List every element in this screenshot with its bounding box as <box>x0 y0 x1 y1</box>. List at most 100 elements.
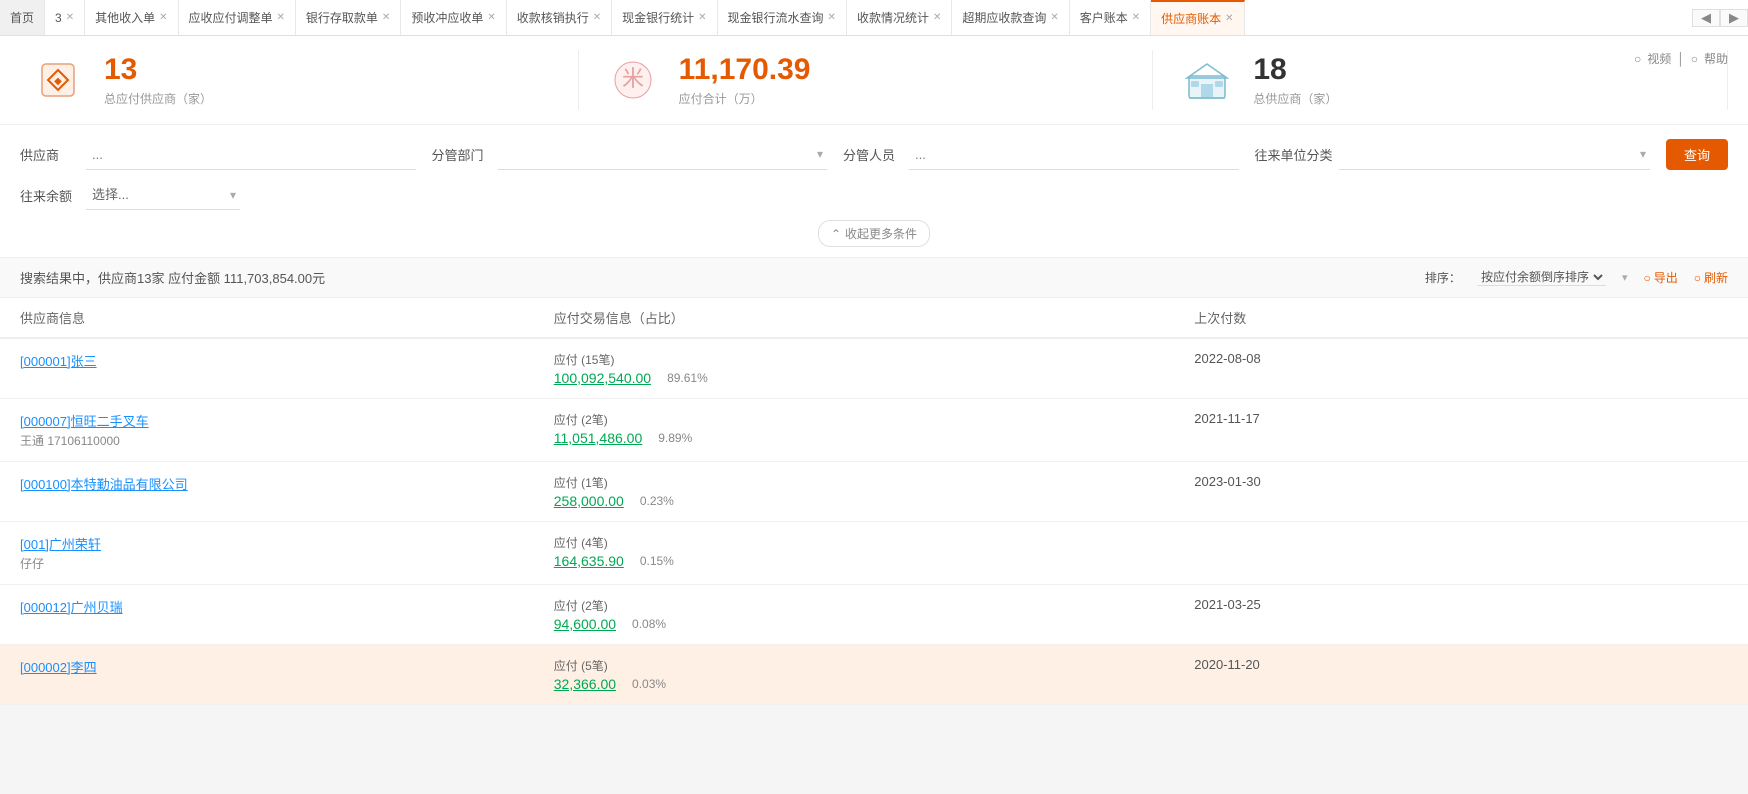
search-button[interactable]: 查询 <box>1666 139 1728 170</box>
rice-icon: 米 <box>603 50 663 110</box>
nav-next-arrow[interactable]: ▶ <box>1720 9 1748 27</box>
balance-select-wrapper: 选择... 有余额 无余额 全部 ▾ <box>86 180 240 210</box>
transaction-amount-2[interactable]: 11,051,486.00 <box>554 430 643 446</box>
supplier-link-3[interactable]: [000100]本特勤油品有限公司 <box>20 477 188 492</box>
supplier-link-4[interactable]: [001]广州荣轩 <box>20 537 101 552</box>
nav-tab-supplier-ledger[interactable]: 供应商账本 ✕ <box>1151 0 1244 35</box>
header-transaction: 应付交易信息（占比） <box>554 308 1195 327</box>
supplier-input[interactable] <box>86 140 416 170</box>
close-icon[interactable]: ✕ <box>698 12 706 23</box>
nav-arrows: ◀ ▶ <box>1692 9 1748 27</box>
ap-amount-text: 11,170.39 应付合计（万） <box>679 53 811 107</box>
ap-suppliers-text: 13 总应付供应商（家） <box>104 53 212 107</box>
supplier-link-2[interactable]: [000007]恒旺二手叉车 <box>20 414 149 429</box>
category-label: 往来单位分类 <box>1255 145 1333 164</box>
help-link[interactable]: 帮助 <box>1704 50 1728 67</box>
summary-item-ap-amount: 米 11,170.39 应付合计（万） <box>579 50 1154 110</box>
table-row: [001]广州荣轩 仔仔 应付 (4笔) 164,635.90 0.15% <box>0 522 1748 585</box>
nav-tab-bank-deposit[interactable]: 银行存取款单 ✕ <box>296 0 401 35</box>
svg-text:◆: ◆ <box>54 76 62 87</box>
separator: │ <box>1677 52 1685 66</box>
filter-balance: 往来余额 选择... 有余额 无余额 全部 ▾ <box>20 180 240 210</box>
refresh-button[interactable]: ○ 刷新 <box>1694 269 1728 286</box>
nav-tab-payment-verify[interactable]: 收款核销执行 ✕ <box>507 0 612 35</box>
filter-dept: 分管部门 ▾ <box>432 140 828 170</box>
transaction-amount-3[interactable]: 258,000.00 <box>554 493 624 509</box>
nav-prev-arrow[interactable]: ◀ <box>1692 9 1720 27</box>
close-icon[interactable]: ✕ <box>1225 13 1233 24</box>
filter-row-1: 供应商 分管部门 ▾ 分管人员 往来单位分类 ▾ 查询 <box>20 139 1728 170</box>
transaction-info-1: 应付 (15笔) 100,092,540.00 89.61% <box>554 351 1195 386</box>
nav-tab-receipt-stat[interactable]: 收款情况统计 ✕ <box>847 0 952 35</box>
supplier-info-5: [000012]广州贝瑞 <box>20 597 554 616</box>
ap-amount-number: 11,170.39 <box>679 53 811 86</box>
last-pay-2: 2021-11-17 <box>1194 411 1514 426</box>
transaction-pct-5: 0.08% <box>632 617 666 631</box>
balance-select[interactable]: 选择... 有余额 无余额 全部 <box>86 187 240 202</box>
nav-tab-cash-bank-flow[interactable]: 现金银行流水查询 ✕ <box>718 0 847 35</box>
dept-select-wrapper: ▾ <box>498 140 828 170</box>
nav-tab-home[interactable]: 首页 <box>0 0 45 35</box>
transaction-info-4: 应付 (4笔) 164,635.90 0.15% <box>554 534 1195 569</box>
person-label: 分管人员 <box>843 145 903 164</box>
supplier-link-1[interactable]: [000001]张三 <box>20 354 97 369</box>
collapse-button[interactable]: ⌃ 收起更多条件 <box>818 220 930 247</box>
store-icon <box>1177 50 1237 110</box>
circle-icon2: ○ <box>1691 52 1698 66</box>
sort-select[interactable]: 按应付余额倒序排序 按应付余额升序排序 按名称排序 <box>1477 269 1606 286</box>
chevron-up-icon: ⌃ <box>831 227 841 241</box>
total-suppliers-number: 18 <box>1253 53 1337 86</box>
video-link[interactable]: 视频 <box>1647 50 1671 67</box>
close-icon[interactable]: ✕ <box>1050 12 1058 23</box>
transaction-pct-6: 0.03% <box>632 677 666 691</box>
close-icon[interactable]: ✕ <box>933 12 941 23</box>
top-nav: 首页 3 ✕ 其他收入单 ✕ 应收应付调整单 ✕ 银行存取款单 ✕ 预收冲应收单… <box>0 0 1748 36</box>
table-row: [000012]广州贝瑞 应付 (2笔) 94,600.00 0.08% 202… <box>0 585 1748 645</box>
supplier-info-6: [000002]李四 <box>20 657 554 676</box>
chevron-down-icon-4: ▾ <box>1622 271 1628 284</box>
transaction-info-6: 应付 (5笔) 32,366.00 0.03% <box>554 657 1195 692</box>
close-icon[interactable]: ✕ <box>828 12 836 23</box>
close-icon[interactable]: ✕ <box>487 12 495 23</box>
nav-tab-pre-receive[interactable]: 预收冲应收单 ✕ <box>401 0 506 35</box>
supplier-info-1: [000001]张三 <box>20 351 554 370</box>
close-icon[interactable]: ✕ <box>159 12 167 23</box>
close-icon[interactable]: ✕ <box>1132 12 1140 23</box>
close-icon[interactable]: ✕ <box>382 12 390 23</box>
nav-tab-ar-ap-adjust[interactable]: 应收应付调整单 ✕ <box>179 0 296 35</box>
export-button[interactable]: ○ 导出 <box>1643 269 1677 286</box>
close-icon[interactable]: ✕ <box>593 12 601 23</box>
supplier-info-2: [000007]恒旺二手叉车 王通 17106110000 <box>20 411 554 449</box>
filter-person: 分管人员 <box>843 140 1239 170</box>
refresh-icon: ○ <box>1694 271 1701 285</box>
category-select[interactable] <box>1339 147 1650 162</box>
dept-select[interactable] <box>498 147 828 162</box>
nav-tab-overdue-ar[interactable]: 超期应收款查询 ✕ <box>952 0 1069 35</box>
nav-tab-cash-bank-stat[interactable]: 现金银行统计 ✕ <box>612 0 717 35</box>
close-icon[interactable]: ✕ <box>277 12 285 23</box>
nav-tab-other-income[interactable]: 其他收入单 ✕ <box>85 0 178 35</box>
ap-suppliers-label: 总应付供应商（家） <box>104 90 212 107</box>
supplier-link-6[interactable]: [000002]李四 <box>20 660 97 675</box>
transaction-amount-6[interactable]: 32,366.00 <box>554 676 616 692</box>
data-table: 供应商信息 应付交易信息（占比） 上次付数 [000001]张三 应付 (15笔… <box>0 298 1748 705</box>
transaction-amount-5[interactable]: 94,600.00 <box>554 616 616 632</box>
transaction-amount-1[interactable]: 100,092,540.00 <box>554 370 651 386</box>
table-row: [000001]张三 应付 (15笔) 100,092,540.00 89.61… <box>0 339 1748 399</box>
transaction-pct-1: 89.61% <box>667 371 708 385</box>
supplier-link-5[interactable]: [000012]广州贝瑞 <box>20 600 123 615</box>
filter-category: 往来单位分类 ▾ <box>1255 140 1651 170</box>
header-last-pay: 上次付数 <box>1194 308 1514 327</box>
last-pay-6: 2020-11-20 <box>1194 657 1514 672</box>
last-pay-1: 2022-08-08 <box>1194 351 1514 366</box>
ap-suppliers-number: 13 <box>104 53 212 86</box>
person-input[interactable] <box>909 140 1239 170</box>
transaction-pct-3: 0.23% <box>640 494 674 508</box>
close-icon[interactable]: ✕ <box>66 12 74 23</box>
category-select-wrapper: ▾ <box>1339 140 1650 170</box>
transaction-amount-4[interactable]: 164,635.90 <box>554 553 624 569</box>
filter-area: 供应商 分管部门 ▾ 分管人员 往来单位分类 ▾ 查询 <box>0 125 1748 258</box>
nav-tab-3[interactable]: 3 ✕ <box>45 0 85 35</box>
diamond-icon: ◆ <box>28 50 88 110</box>
nav-tab-customer-ledger[interactable]: 客户账本 ✕ <box>1070 0 1151 35</box>
